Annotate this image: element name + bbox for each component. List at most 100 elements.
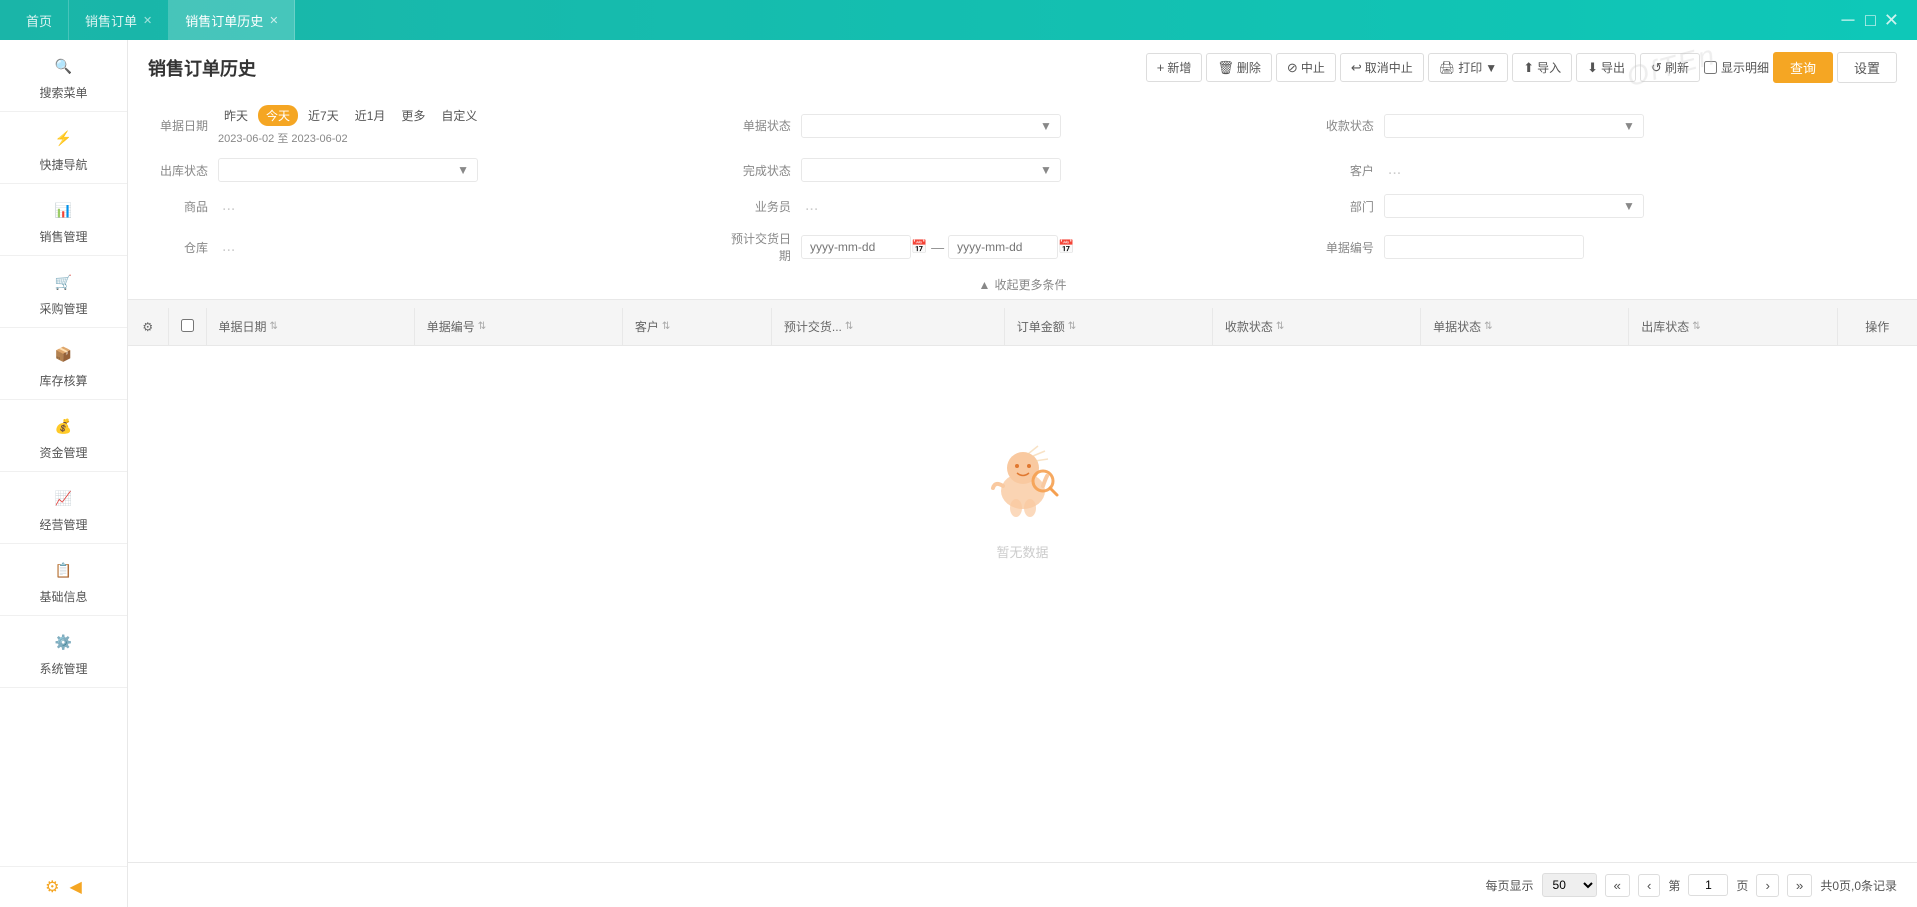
th-receipt-status[interactable]: 收款状态 ⇅ [1212,308,1420,346]
calendar-from-icon[interactable]: 📅 [911,239,927,255]
collapse-bar[interactable]: ▲ 收起更多条件 [148,270,1897,299]
expected-date-from[interactable] [801,235,911,259]
main-layout: 🔍 搜索菜单 ⚡ 快捷导航 📊 销售管理 🛒 采购管理 📦 库存核算 💰 资金管… [0,40,1917,907]
page-next-btn[interactable]: › [1756,874,1778,897]
add-icon: + [1157,60,1165,75]
th-out-status[interactable]: 出库状态 ⇅ [1629,308,1837,346]
refresh-icon: ↺ [1651,60,1662,76]
filter-group-expected-date: 预计交货日期 📅 — 📅 [731,230,1314,264]
th-bill-no[interactable]: 单据编号 ⇅ [414,308,622,346]
th-expected-delivery-label: 预计交货... [784,318,842,335]
date-btn-yesterday[interactable]: 昨天 [218,105,254,126]
page-last-btn[interactable]: » [1787,874,1812,897]
page-first-btn[interactable]: « [1605,874,1630,897]
th-settings[interactable]: ⚙ [128,308,168,346]
sidebar-item-quick-nav[interactable]: ⚡ 快捷导航 [0,112,127,184]
date-btn-more[interactable]: 更多 [395,105,431,126]
tab-sales-order-history-close[interactable]: ✕ [269,14,278,27]
window-min-btn[interactable]: － [1839,7,1857,33]
bill-status-label: 单据状态 [731,117,801,134]
display-toggle-checkbox[interactable] [1704,61,1717,74]
empty-state-illustration [973,426,1073,526]
page-prev-btn[interactable]: ‹ [1638,874,1660,897]
date-btn-custom[interactable]: 自定义 [435,105,483,126]
sidebar-item-basic-info[interactable]: 📋 基础信息 [0,544,127,616]
date-btn-today[interactable]: 今天 [258,105,298,126]
sidebar-item-sales-mgmt[interactable]: 📊 销售管理 [0,184,127,256]
th-bill-status[interactable]: 单据状态 ⇅ [1421,308,1629,346]
refresh-button[interactable]: ↺ 刷新 [1640,53,1700,82]
th-customer[interactable]: 客户 ⇅ [622,308,771,346]
delete-button[interactable]: 🗑 删除 [1206,53,1272,82]
settings-gear-icon[interactable]: ⚙ [142,320,153,334]
window-max-btn[interactable]: □ [1865,10,1876,31]
tab-sales-order-history[interactable]: 销售订单历史 ✕ [169,0,295,40]
bill-status-select[interactable]: ▼ [801,114,1061,138]
expected-date-label: 预计交货日期 [731,230,801,264]
cancel-stop-button[interactable]: ↩ 取消中止 [1340,53,1424,82]
customer-dots[interactable]: ... [1384,161,1405,179]
date-btn-last7[interactable]: 近7天 [302,105,345,126]
window-close-btn[interactable]: ✕ [1884,10,1899,31]
th-out-status-label: 出库状态 [1641,318,1689,335]
sidebar-item-operations[interactable]: 📈 经营管理 [0,472,127,544]
sidebar-collapse-icon[interactable]: ◀ [70,877,82,897]
sidebar-item-sys-mgmt[interactable]: ⚙️ 系统管理 [0,616,127,688]
bill-no-input[interactable] [1384,235,1584,259]
export-button[interactable]: ⬇ 导出 [1576,53,1636,82]
th-bill-no-label: 单据编号 [427,318,475,335]
tab-home[interactable]: 首页 [10,0,69,40]
page-header: 销售订单历史 + 新增 🗑 删除 ⊘ 中止 ↩ 取消中止 [128,40,1917,91]
add-button[interactable]: + 新增 [1146,53,1203,82]
complete-status-select[interactable]: ▼ [801,158,1061,182]
data-table: ⚙ 单据日期 ⇅ 单据编号 [128,308,1917,641]
tab-sales-order-close[interactable]: ✕ [143,14,152,27]
query-button[interactable]: 查询 [1773,52,1833,83]
th-expected-delivery[interactable]: 预计交货... ⇅ [771,308,1004,346]
inventory-icon: 📦 [50,340,78,368]
tab-home-label: 首页 [26,11,52,30]
th-operation-label: 操作 [1865,320,1889,334]
calendar-to-icon[interactable]: 📅 [1058,239,1074,255]
stop-label: 中止 [1301,59,1325,76]
th-check[interactable] [168,308,206,346]
stop-button[interactable]: ⊘ 中止 [1276,53,1336,82]
import-button[interactable]: ⬆ 导入 [1512,53,1572,82]
goods-dots[interactable]: ... [218,197,239,215]
sidebar-item-inventory[interactable]: 📦 库存核算 [0,328,127,400]
page-number-input[interactable] [1688,874,1728,896]
print-icon: 🖨 [1439,60,1456,76]
page-size-select[interactable]: 50 10 20 100 [1542,873,1597,897]
tab-sales-order[interactable]: 销售订单 ✕ [69,0,169,40]
warehouse-dots[interactable]: ... [218,238,239,256]
sidebar-item-finance[interactable]: 💰 资金管理 [0,400,127,472]
print-button[interactable]: 🖨 打印 ▼ [1428,53,1508,82]
out-status-select[interactable]: ▼ [218,158,478,182]
receipt-status-chevron-icon: ▼ [1623,119,1635,133]
filter-group-dept: 部门 ▼ [1314,194,1897,218]
bill-no-label: 单据编号 [1314,239,1384,256]
window-controls: － □ ✕ [1839,7,1907,33]
sidebar-settings-icon[interactable]: ⚙ [45,877,59,897]
date-btn-last1m[interactable]: 近1月 [349,105,392,126]
salesperson-dots[interactable]: ... [801,197,822,215]
display-toggle[interactable]: 显示明细 [1704,59,1769,76]
sidebar-item-basic-info-label: 基础信息 [39,588,87,605]
sidebar-item-purchase-mgmt[interactable]: 🛒 采购管理 [0,256,127,328]
receipt-status-select[interactable]: ▼ [1384,114,1644,138]
sidebar-item-search-menu-label: 搜索菜单 [39,84,87,101]
select-all-checkbox[interactable] [181,319,194,332]
search-menu-icon: 🔍 [50,52,78,80]
th-bill-date[interactable]: 单据日期 ⇅ [206,308,414,346]
cancel-stop-icon: ↩ [1351,60,1362,76]
page-size-label: 每页显示 [1486,877,1534,894]
content-area: 销售订单历史 + 新增 🗑 删除 ⊘ 中止 ↩ 取消中止 [128,40,1917,907]
cancel-stop-label: 取消中止 [1365,59,1413,76]
dept-select[interactable]: ▼ [1384,194,1644,218]
settings-button[interactable]: 设置 [1837,52,1897,83]
th-order-amount[interactable]: 订单金额 ⇅ [1004,308,1212,346]
finance-icon: 💰 [50,412,78,440]
sales-mgmt-icon: 📊 [50,196,78,224]
sidebar-item-search-menu[interactable]: 🔍 搜索菜单 [0,40,127,112]
expected-date-to[interactable] [948,235,1058,259]
